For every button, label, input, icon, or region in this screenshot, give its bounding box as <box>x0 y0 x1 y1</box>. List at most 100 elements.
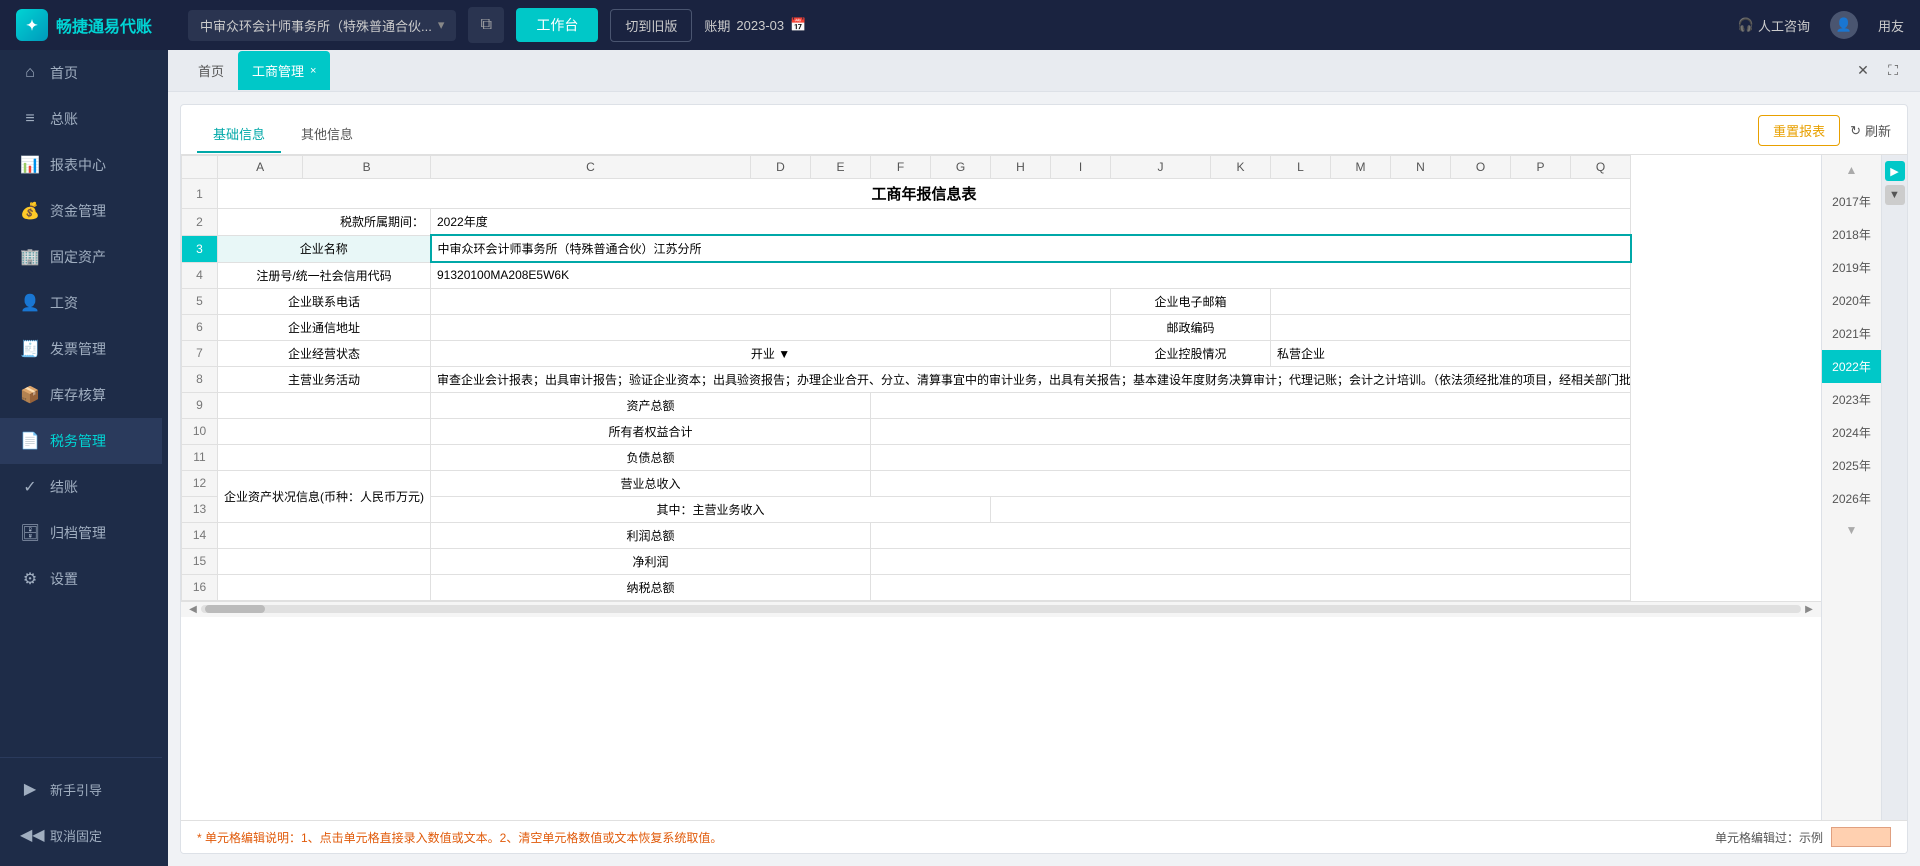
invoice-icon: 🧾 <box>20 339 40 359</box>
spreadsheet-scroll[interactable]: A B C D E F G H I J <box>181 155 1821 820</box>
cell-control-label[interactable]: 企业控股情况 <box>1111 340 1271 366</box>
year-2023[interactable]: 2023年 <box>1822 383 1881 416</box>
sidebar-item-guide[interactable]: ▶ 新手引导 <box>0 766 168 812</box>
tab-home[interactable]: 首页 <box>184 51 238 90</box>
copy-icon[interactable]: ⧉ <box>468 7 504 43</box>
cell-phone-value[interactable] <box>431 288 1111 314</box>
cell-profit-value[interactable] <box>871 522 1631 548</box>
logo: ✦ 畅捷通易代账 <box>16 9 176 41</box>
cell-phone-label[interactable]: 企业联系电话 <box>218 288 431 314</box>
cell-biz-label[interactable]: 主营业务活动 <box>218 366 431 392</box>
cell-status-value[interactable]: 开业 ▼ <box>431 340 1111 366</box>
sidebar-item-wages[interactable]: 👤 工资 <box>0 280 168 326</box>
cell-addr-value[interactable] <box>431 314 1111 340</box>
support-button[interactable]: 🎧 人工咨询 <box>1738 16 1810 35</box>
cell-status-label[interactable]: 企业经营状态 <box>218 340 431 366</box>
tax-icon: 📄 <box>20 431 40 451</box>
scroll-right-icon[interactable]: ▶ <box>1801 601 1817 617</box>
row-num-4: 4 <box>182 262 218 288</box>
cell-revenue-value[interactable] <box>871 470 1631 496</box>
cell-netprofit-label[interactable]: 净利润 <box>431 548 871 574</box>
cell-period-label[interactable]: 税款所属期间： <box>218 209 431 236</box>
cell-zip-value[interactable] <box>1271 314 1631 340</box>
refresh-button[interactable]: ↻ 刷新 <box>1850 121 1891 140</box>
h-scrollbar-track[interactable] <box>201 605 1801 613</box>
cell-asset-label[interactable]: 资产总额 <box>431 392 871 418</box>
scroll-left-icon[interactable]: ◀ <box>185 601 201 617</box>
sidebar-item-invoice[interactable]: 🧾 发票管理 <box>0 326 168 372</box>
subtab-basic[interactable]: 基础信息 <box>197 116 281 153</box>
year-2025[interactable]: 2025年 <box>1822 449 1881 482</box>
sidebar-item-home[interactable]: ⌂ 首页 <box>0 50 168 96</box>
year-2026[interactable]: 2026年 <box>1822 482 1881 515</box>
cell-title[interactable]: 工商年报信息表 <box>218 179 1631 209</box>
col-o: O <box>1451 156 1511 179</box>
cell-main-revenue-value[interactable] <box>991 496 1631 522</box>
bottom-bar: * 单元格编辑说明：1、点击单元格直接录入数值或文本。2、清空单元格数值或文本恢… <box>181 820 1907 853</box>
year-up-icon[interactable]: ▲ <box>1834 159 1870 181</box>
cell-equity-value[interactable] <box>871 418 1631 444</box>
cell-netprofit-value[interactable] <box>871 548 1631 574</box>
h-scrollbar-thumb[interactable] <box>205 605 265 613</box>
sidebar-item-funds[interactable]: 💰 资金管理 <box>0 188 168 234</box>
year-down-icon[interactable]: ▼ <box>1834 519 1870 541</box>
year-2017[interactable]: 2017年 <box>1822 185 1881 218</box>
cell-period-value[interactable]: 2022年度 <box>431 209 1631 236</box>
user-avatar: 👤 <box>1830 11 1858 39</box>
sidebar-item-assets[interactable]: 🏢 固定资产 <box>0 234 168 280</box>
year-2022[interactable]: 2022年 <box>1822 350 1881 383</box>
cell-equity-label[interactable]: 所有者权益合计 <box>431 418 871 444</box>
reset-button[interactable]: 重置报表 <box>1758 115 1840 146</box>
tab-active[interactable]: 工商管理 × <box>238 51 330 90</box>
right-collapse-icon[interactable]: ▼ <box>1885 185 1905 205</box>
year-2024[interactable]: 2024年 <box>1822 416 1881 449</box>
cell-addr-label[interactable]: 企业通信地址 <box>218 314 431 340</box>
cell-debt-label[interactable]: 负债总额 <box>431 444 871 470</box>
cell-profit-label[interactable]: 利润总额 <box>431 522 871 548</box>
sidebar-item-settings[interactable]: ⚙ 设置 <box>0 556 168 602</box>
year-2021[interactable]: 2021年 <box>1822 317 1881 350</box>
year-2020[interactable]: 2020年 <box>1822 284 1881 317</box>
company-selector[interactable]: 中审众环会计师事务所（特殊普通合伙... ▾ <box>188 10 456 41</box>
switch-version-button[interactable]: 切到旧版 <box>610 9 692 42</box>
inventory-icon: 📦 <box>20 385 40 405</box>
cell-control-value[interactable]: 私营企业 <box>1271 340 1631 366</box>
company-name: 中审众环会计师事务所（特殊普通合伙... <box>200 16 432 35</box>
year-2018[interactable]: 2018年 <box>1822 218 1881 251</box>
cell-zip-label[interactable]: 邮政编码 <box>1111 314 1271 340</box>
assets-icon: 🏢 <box>20 247 40 267</box>
sidebar-item-reports[interactable]: 📊 报表中心 <box>0 142 168 188</box>
cell-asset-value[interactable] <box>871 392 1631 418</box>
sidebar-item-tax[interactable]: 📄 税务管理 <box>0 418 168 464</box>
year-nav-up[interactable]: ▲ <box>1822 155 1881 185</box>
calendar-icon[interactable]: 📅 <box>790 17 806 33</box>
sidebar-item-archive[interactable]: 🗄 归档管理 <box>0 510 168 556</box>
cell-reg-label[interactable]: 注册号/统一社会信用代码 <box>218 262 431 288</box>
cell-tax-value[interactable] <box>871 574 1631 600</box>
cell-main-revenue-label[interactable]: 其中：主营业务收入 <box>431 496 991 522</box>
year-2019[interactable]: 2019年 <box>1822 251 1881 284</box>
sidebar-item-close[interactable]: ✓ 结账 <box>0 464 168 510</box>
cell-company-value[interactable]: 中审众环会计师事务所（特殊普通合伙）江苏分所 <box>431 235 1631 262</box>
subtab-other[interactable]: 其他信息 <box>285 116 369 153</box>
tab-close-icon[interactable]: × <box>310 65 316 77</box>
cell-email-value[interactable] <box>1271 288 1631 314</box>
sidebar-item-inventory[interactable]: 📦 库存核算 <box>0 372 168 418</box>
cell-biz-value[interactable]: 审查企业会计报表；出具审计报告；验证企业资本；出具验资报告；办理企业合开、分立、… <box>431 366 1631 392</box>
h-scrollbar[interactable]: ◀ ▶ <box>181 601 1821 617</box>
expand-icon[interactable]: ⛶ <box>1882 60 1904 82</box>
workbench-button[interactable]: 工作台 <box>516 8 598 42</box>
cell-reg-value[interactable]: 91320100MA208E5W6K <box>431 262 1631 288</box>
edit-label: 单元格编辑过：示例 <box>1715 829 1823 846</box>
cell-revenue-label[interactable]: 营业总收入 <box>431 470 871 496</box>
close-window-icon[interactable]: ✕ <box>1852 60 1874 82</box>
cell-tax-label[interactable]: 纳税总额 <box>431 574 871 600</box>
cell-email-label[interactable]: 企业电子邮箱 <box>1111 288 1271 314</box>
cell-company-label[interactable]: 企业名称 <box>218 235 431 262</box>
right-expand-icon[interactable]: ▶ <box>1885 161 1905 181</box>
cell-debt-value[interactable] <box>871 444 1631 470</box>
sidebar-item-ledger[interactable]: ≡ 总账 <box>0 96 168 142</box>
sidebar-item-unpin[interactable]: ◀◀ 取消固定 <box>0 812 168 858</box>
table-row: 15 净利润 <box>182 548 1631 574</box>
year-nav-down[interactable]: ▼ <box>1822 515 1881 545</box>
